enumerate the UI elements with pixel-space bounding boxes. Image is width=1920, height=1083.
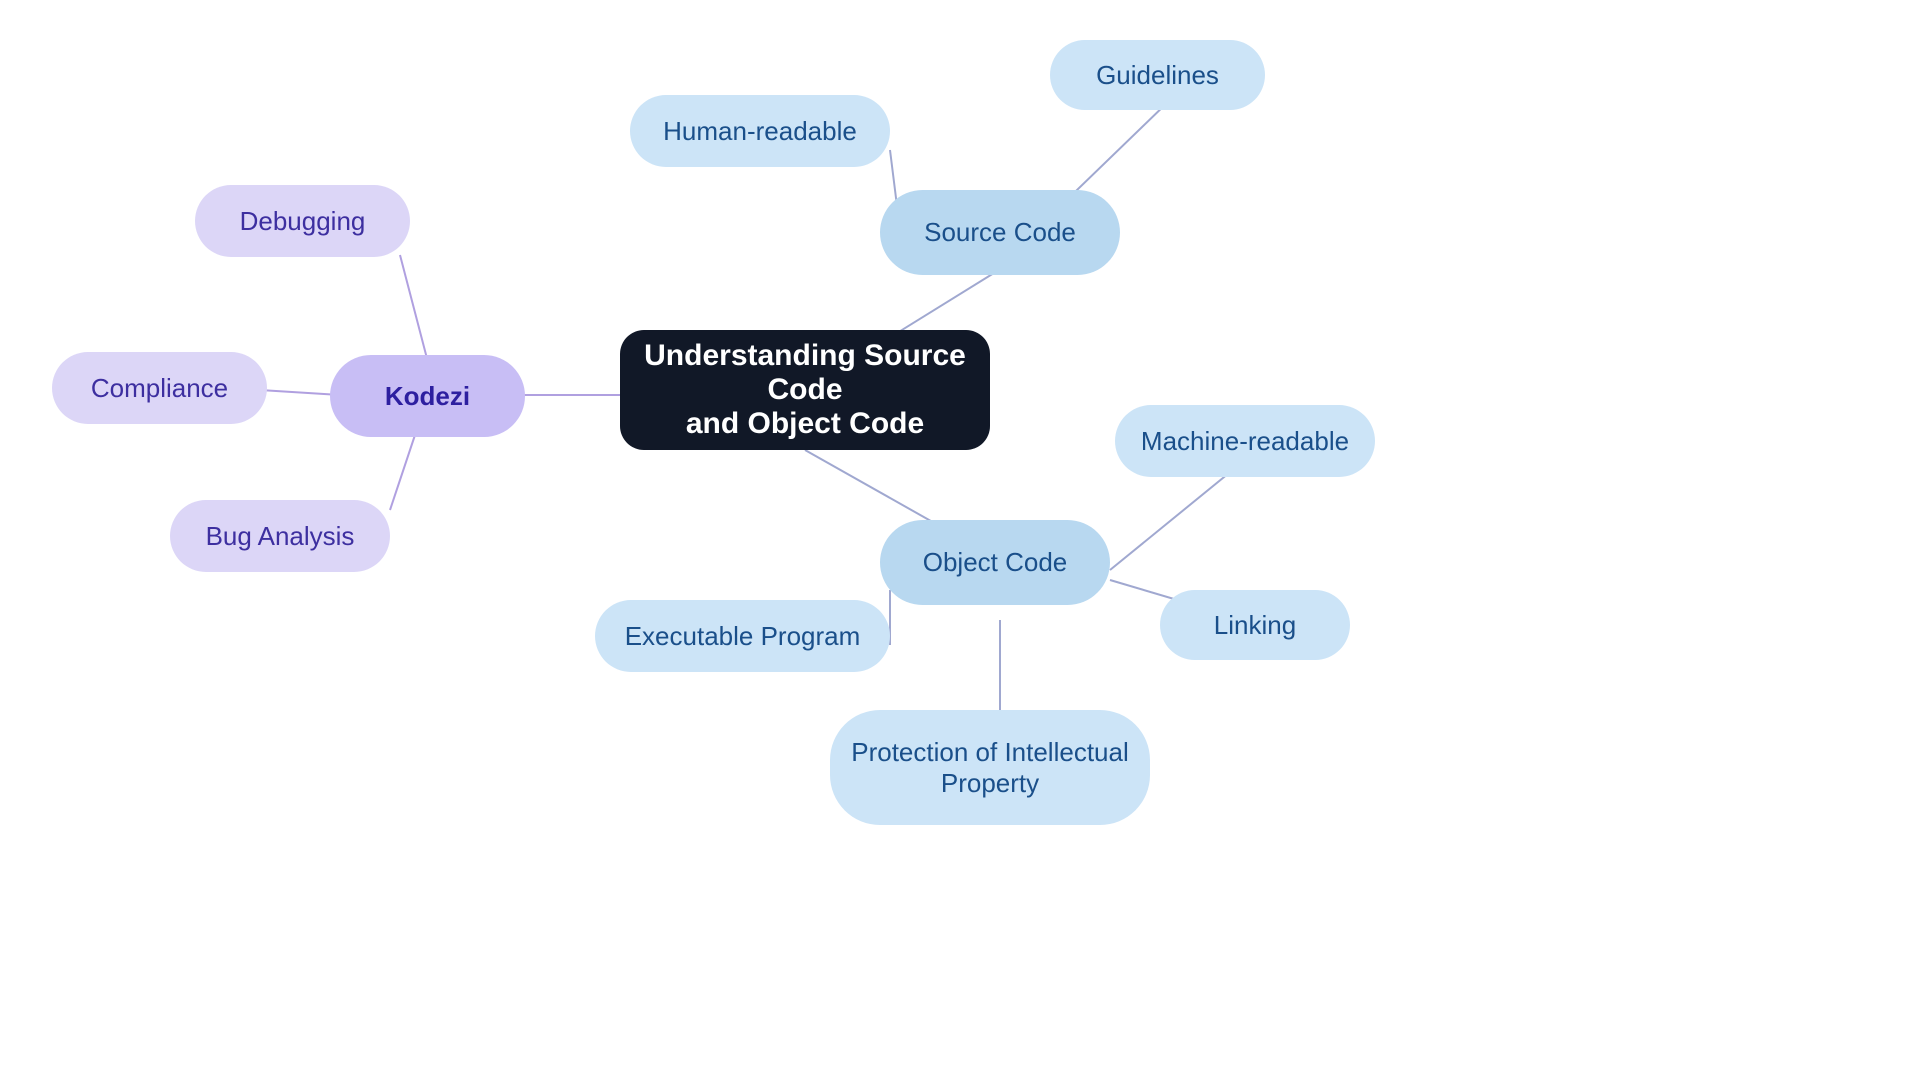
executable-label: Executable Program [625,621,861,652]
compliance-label: Compliance [91,373,228,404]
human-readable-label: Human-readable [663,116,857,147]
kodezi-label: Kodezi [385,381,470,412]
center-node: Understanding Source Code and Object Cod… [620,330,990,450]
source-code-node: Source Code [880,190,1120,275]
bug-analysis-label: Bug Analysis [206,521,355,552]
object-code-node: Object Code [880,520,1110,605]
machine-readable-label: Machine-readable [1141,426,1349,457]
line-kodezi-compliance [260,390,340,395]
guidelines-node: Guidelines [1050,40,1265,110]
line-kodezi-debug [400,255,430,370]
debugging-node: Debugging [195,185,410,257]
center-label: Understanding Source Code and Object Cod… [640,339,970,441]
debugging-label: Debugging [240,206,366,237]
linking-node: Linking [1160,590,1350,660]
compliance-node: Compliance [52,352,267,424]
kodezi-node: Kodezi [330,355,525,437]
protection-label: Protection of Intellectual Property [851,737,1129,799]
linking-label: Linking [1214,610,1296,641]
protection-node: Protection of Intellectual Property [830,710,1150,825]
executable-node: Executable Program [595,600,890,672]
source-code-label: Source Code [924,217,1076,248]
machine-readable-node: Machine-readable [1115,405,1375,477]
bug-analysis-node: Bug Analysis [170,500,390,572]
guidelines-label: Guidelines [1096,60,1219,91]
human-readable-node: Human-readable [630,95,890,167]
object-code-label: Object Code [923,547,1068,578]
